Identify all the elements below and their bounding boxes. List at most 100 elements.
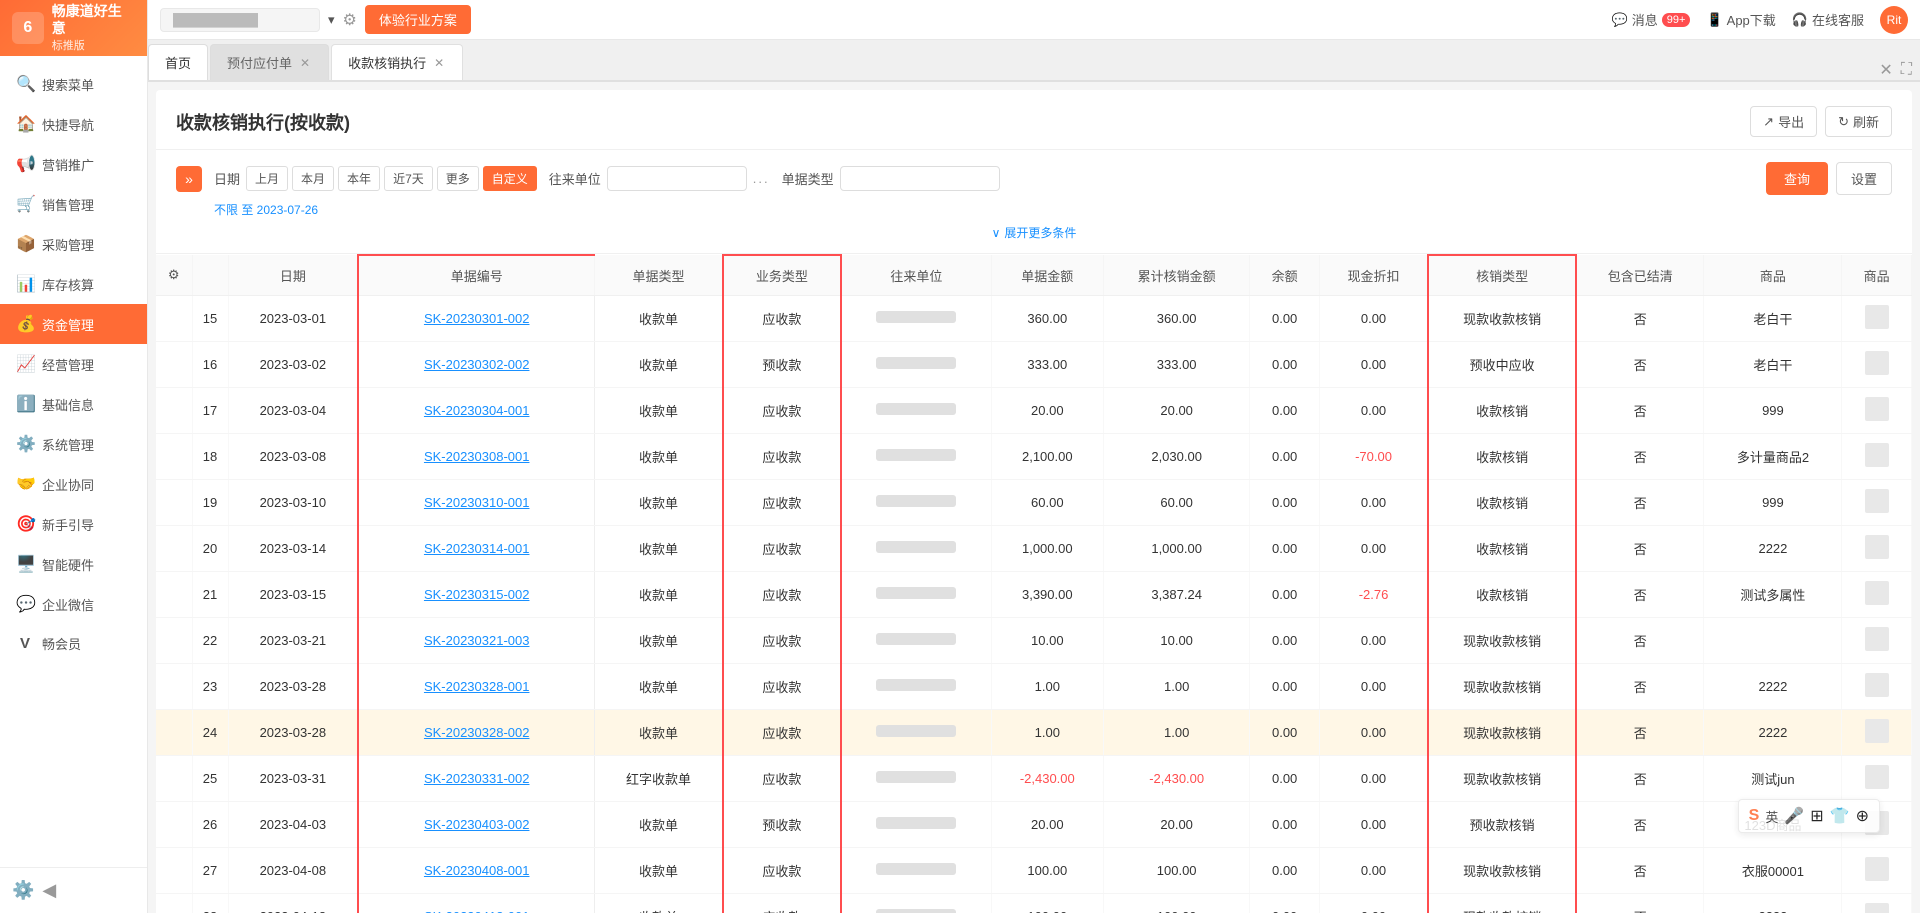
th-amount: 单据金额 (991, 255, 1103, 296)
td-cumulative: 360.00 (1103, 296, 1249, 342)
doc-no-link[interactable]: SK-20230328-002 (424, 725, 530, 740)
refresh-button[interactable]: ↻ 刷新 (1825, 106, 1892, 137)
th-settings[interactable]: ⚙ (156, 255, 192, 296)
date-btn-this-month[interactable]: 本月 (292, 166, 334, 191)
sidebar-item-basic[interactable]: ℹ️ 基础信息 (0, 384, 147, 424)
user-name-short: Rit (1887, 13, 1902, 27)
tab-receipt-exec[interactable]: 收款核销执行 ✕ (331, 44, 463, 80)
tabbar-right-actions: ✕ ⛶ (1879, 60, 1920, 80)
marketing-icon: 📢 (16, 154, 34, 174)
doc-no-link[interactable]: SK-20230331-002 (424, 771, 530, 786)
doc-no-link[interactable]: SK-20230314-001 (424, 541, 530, 556)
date-btn-this-year[interactable]: 本年 (338, 166, 380, 191)
sidebar-label-finance: 资金管理 (42, 315, 94, 334)
td-product: 2222 (1704, 710, 1842, 756)
sidebar-item-marketing[interactable]: 📢 营销推广 (0, 144, 147, 184)
td-date: 2023-03-15 (228, 572, 358, 618)
date-btn-custom[interactable]: 自定义 (483, 166, 537, 191)
partner-dots-icon[interactable]: ... (753, 171, 770, 186)
date-btn-last-month[interactable]: 上月 (246, 166, 288, 191)
sidebar-item-finance[interactable]: 💰 资金管理 (0, 304, 147, 344)
td-partner (841, 756, 991, 802)
td-amount: 1,000.00 (991, 526, 1103, 572)
data-table: ⚙ 日期 单据编号 单据类型 业务类型 往来单位 单据金额 累计核销金额 余额 … (156, 254, 1912, 913)
doc-no-link[interactable]: SK-20230302-002 (424, 357, 530, 372)
td-balance: 0.00 (1250, 848, 1320, 894)
topbar-search-placeholder: ██████████ (173, 13, 258, 27)
td-cash-discount: 0.00 (1319, 894, 1428, 913)
sidebar-item-search[interactable]: 🔍 搜索菜单 (0, 64, 147, 104)
expand-more-button[interactable]: ∨ 展开更多条件 (992, 224, 1077, 241)
doc-no-link[interactable]: SK-20230310-001 (424, 495, 530, 510)
column-settings-icon[interactable]: ⚙ (168, 267, 180, 282)
sidebar-item-hardware[interactable]: 🖥️ 智能硬件 (0, 544, 147, 584)
doc-no-link[interactable]: SK-20230315-002 (424, 587, 530, 602)
sidebar-item-wechat[interactable]: 💬 企业微信 (0, 584, 147, 624)
sidebar-item-guide[interactable]: 🎯 新手引导 (0, 504, 147, 544)
td-doc-type: 红字收款单 (595, 756, 723, 802)
date-btn-more[interactable]: 更多 (437, 166, 479, 191)
doc-no-link[interactable]: SK-20230301-002 (424, 311, 530, 326)
tab-expand-icon[interactable]: ⛶ (1901, 61, 1912, 79)
collapse-icon[interactable]: ◀ (42, 880, 56, 901)
filter-expand-button[interactable]: » (176, 166, 202, 192)
sidebar-item-system[interactable]: ⚙️ 系统管理 (0, 424, 147, 464)
messages-button[interactable]: 💬 消息 99+ (1612, 10, 1691, 29)
sidebar-label-wechat: 企业微信 (42, 595, 94, 614)
sidebar-item-purchase[interactable]: 📦 采购管理 (0, 224, 147, 264)
sidebar-item-member[interactable]: V 畅会员 (0, 624, 147, 663)
query-button[interactable]: 查询 (1766, 162, 1828, 195)
doc-no-link[interactable]: SK-20230304-001 (424, 403, 530, 418)
sidebar-label-system: 系统管理 (42, 435, 94, 454)
td-cumulative: 20.00 (1103, 802, 1249, 848)
tab-prepayment-close-icon[interactable]: ✕ (298, 54, 312, 72)
table-row: 20 2023-03-14 SK-20230314-001 收款单 应收款 1,… (156, 526, 1912, 572)
table-row: 16 2023-03-02 SK-20230302-002 收款单 预收款 33… (156, 342, 1912, 388)
topbar-gear-icon[interactable]: ⚙ (343, 10, 357, 30)
doc-no-link[interactable]: SK-20230408-001 (424, 863, 530, 878)
search-icon: 🔍 (16, 74, 34, 94)
td-balance: 0.00 (1250, 664, 1320, 710)
purchase-icon: 📦 (16, 234, 34, 254)
td-partner (841, 388, 991, 434)
doc-no-link[interactable]: SK-20230321-003 (424, 633, 530, 648)
td-include-settled: 否 (1576, 802, 1704, 848)
filter-row-1: » 日期 上月 本月 本年 近7天 更多 自定义 (176, 162, 1892, 195)
td-product2 (1842, 296, 1912, 342)
user-avatar[interactable]: Rit (1880, 6, 1908, 34)
td-biz-type: 应收款 (723, 894, 841, 913)
td-settings (156, 434, 192, 480)
topbar-dropdown[interactable]: ▾ (328, 12, 335, 28)
settings-bottom-icon[interactable]: ⚙️ (12, 880, 34, 901)
sidebar-item-quicknav[interactable]: 🏠 快捷导航 (0, 104, 147, 144)
sidebar-item-operations[interactable]: 📈 经营管理 (0, 344, 147, 384)
app-download-button[interactable]: 📱 App下载 (1706, 10, 1775, 29)
tab-prepayment[interactable]: 预付应付单 ✕ (210, 44, 329, 80)
tab-close-all-icon[interactable]: ✕ (1879, 60, 1892, 80)
receipt-type-select[interactable] (840, 166, 1000, 191)
tab-home[interactable]: 首页 (148, 44, 208, 80)
partner-filter-input[interactable] (607, 166, 747, 191)
online-service-button[interactable]: 🎧 在线客服 (1792, 10, 1864, 29)
td-cumulative: 1.00 (1103, 664, 1249, 710)
sidebar-item-enterprise[interactable]: 🤝 企业协同 (0, 464, 147, 504)
td-cash-discount: -70.00 (1319, 434, 1428, 480)
date-btn-last-7days[interactable]: 近7天 (384, 166, 433, 191)
table-row: 19 2023-03-10 SK-20230310-001 收款单 应收款 60… (156, 480, 1912, 526)
page-content: 收款核销执行(按收款) ↗ 导出 ↻ 刷新 » (148, 82, 1920, 913)
doc-no-link[interactable]: SK-20230308-001 (424, 449, 530, 464)
settings-button[interactable]: 设置 (1836, 162, 1892, 195)
td-product: 衣服00001 (1704, 848, 1842, 894)
sidebar-item-sales[interactable]: 🛒 销售管理 (0, 184, 147, 224)
doc-no-link[interactable]: SK-20230328-001 (424, 679, 530, 694)
export-button[interactable]: ↗ 导出 (1750, 106, 1817, 137)
td-settings (156, 572, 192, 618)
td-include-settled: 否 (1576, 664, 1704, 710)
td-balance: 0.00 (1250, 388, 1320, 434)
sidebar-item-inventory[interactable]: 📊 库存核算 (0, 264, 147, 304)
app-download-label: App下载 (1727, 10, 1776, 29)
solution-button[interactable]: 体验行业方案 (365, 5, 471, 34)
doc-no-link[interactable]: SK-20230418-001 (424, 909, 530, 913)
tab-receipt-exec-close-icon[interactable]: ✕ (432, 54, 446, 72)
doc-no-link[interactable]: SK-20230403-002 (424, 817, 530, 832)
